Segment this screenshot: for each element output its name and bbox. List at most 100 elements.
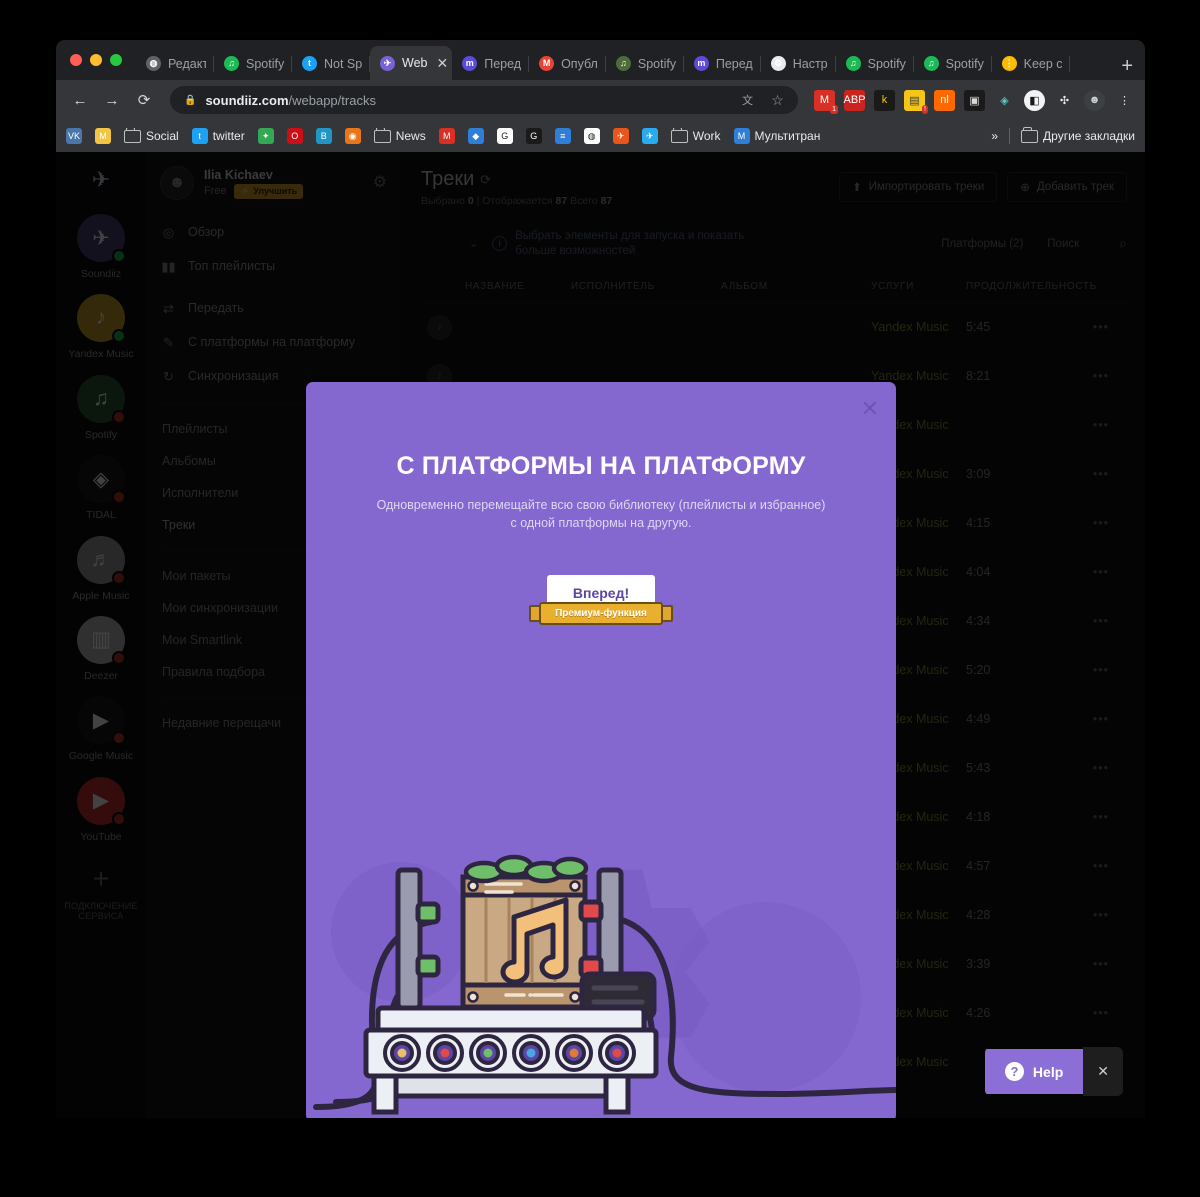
notification-badge: 1 (830, 104, 838, 114)
opera-icon: O (286, 128, 303, 144)
modal-description: Одновременно перемещайте всю свою библио… (376, 497, 826, 531)
other-bookmarks-label: Другие закладки (1043, 129, 1135, 143)
photos-icon: ✦ (257, 128, 274, 144)
question-mark-icon: ? (1004, 1062, 1024, 1081)
bookmark-label: Мультитран (754, 129, 821, 143)
bookmark-item[interactable]: t twitter (191, 128, 245, 144)
browser-tab[interactable]: m Перед (684, 47, 761, 80)
browser-tab[interactable]: m Перед (452, 47, 529, 80)
browser-toolbar: ← → ⟳ 🔒 soundiiz.com/webapp/tracks 文 ☆ M… (56, 80, 1145, 120)
bookmark-item[interactable]: ✈ (641, 128, 658, 144)
back-button[interactable]: ← (66, 86, 94, 114)
keep-icon: ⋮ (1001, 56, 1017, 71)
maximize-window-button[interactable] (110, 54, 122, 66)
adblock-icon[interactable]: ABP (844, 89, 866, 111)
browser-tab-active[interactable]: ✈ Web ✕ (370, 46, 453, 80)
notification-badge: ! (922, 104, 928, 114)
folder-icon (124, 128, 141, 143)
bookmark-item[interactable]: B (315, 128, 332, 144)
browser-tab[interactable]: ♫ Spotify (914, 47, 992, 80)
bookmark-item[interactable]: G (525, 128, 542, 144)
bookmark-item[interactable]: Work (670, 128, 721, 143)
window-controls (68, 40, 136, 80)
lock-icon: 🔒 (184, 94, 197, 106)
bookmark-item[interactable]: News (373, 128, 426, 143)
browser-tab[interactable]: ♫ Spotify (214, 47, 292, 80)
close-tab-button[interactable]: ✕ (436, 55, 448, 72)
extensions-puzzle-icon[interactable]: ✣ (1054, 90, 1075, 111)
bookmark-item[interactable]: O (286, 128, 303, 144)
browser-tab[interactable]: M Опубл (529, 47, 606, 80)
browser-tab[interactable]: ⋮ Keep c (992, 47, 1070, 80)
mi-icon[interactable]: nl (934, 89, 955, 111)
promo-modal: ✕ С ПЛАТФОРМЫ НА ПЛАТФОРМУ Одновременно … (306, 382, 896, 1118)
bookmark-label: Work (692, 129, 721, 143)
bookmark-item[interactable]: VK (66, 128, 82, 144)
bookmark-item[interactable]: M (438, 128, 455, 144)
vk-icon: VK (66, 128, 82, 144)
tab-title: Редакт (168, 56, 206, 71)
extensions-row: M 1 ABP k ▤! nl ▣ ◈ ◧ ✣ ☻ ⋮ (810, 89, 1135, 114)
browser-tab[interactable]: ♫ Spotify (606, 47, 684, 80)
bookmark-item[interactable]: M (95, 128, 111, 144)
premium-badge-label: Премиум-функция (539, 602, 663, 625)
chrome-menu-icon[interactable]: ⋮ (1114, 90, 1135, 111)
browser-window: ◍ Редакт ♫ Spotify t Not Sp ✈ Web ✕ m Перед M Опубл ♫… (56, 40, 1145, 1118)
music-crate-machine-illustration (313, 854, 896, 1115)
address-bar[interactable]: 🔒 soundiiz.com/webapp/tracks 文 ☆ (170, 86, 798, 114)
notes-ext-icon[interactable]: ▤! (904, 89, 928, 114)
bookmark-item[interactable]: ◍ (583, 128, 600, 144)
bookmark-label: News (395, 129, 426, 143)
kaspersky-icon[interactable]: k (874, 89, 895, 111)
bookmark-item[interactable]: M Мультитран (733, 128, 821, 144)
browser-tab[interactable]: ♫ Spotify (836, 47, 914, 80)
gmail-icon: M (95, 128, 111, 144)
forward-button[interactable]: → (98, 86, 126, 114)
tab-title: Spotify (637, 56, 676, 71)
divider (1009, 128, 1011, 144)
bookmark-star-icon[interactable]: ☆ (767, 90, 788, 111)
tab-title: Spotify (867, 56, 906, 71)
bookmark-label: Social (146, 129, 179, 143)
image-ext-icon[interactable]: ▣ (964, 89, 985, 111)
close-icon[interactable]: ✕ (861, 398, 879, 420)
bookmark-item[interactable]: G (496, 128, 513, 144)
new-tab-button[interactable]: + (1109, 56, 1145, 80)
browser-tab[interactable]: t Not Sp (292, 47, 370, 80)
premium-badge: Премиум-функция (529, 602, 673, 625)
help-close-button[interactable]: ✕ (1083, 1047, 1123, 1096)
modal-title: С ПЛАТФОРМЫ НА ПЛАТФОРМУ (396, 452, 806, 480)
browser-tab[interactable]: ⚙ Настр (761, 47, 836, 80)
gmail-icon: M (539, 56, 555, 71)
bookmark-item[interactable]: Social (124, 128, 179, 143)
help-label: Help (1032, 1063, 1064, 1080)
spotify-icon: ♫ (615, 56, 631, 71)
globe-icon: ◍ (146, 56, 161, 71)
bookmark-item[interactable]: ◆ (467, 128, 484, 144)
bookmarks-overflow-button[interactable]: » (991, 129, 998, 143)
help-button[interactable]: ? Help (984, 1049, 1084, 1094)
spotify-icon: ♫ (923, 56, 939, 71)
profile-avatar-icon[interactable]: ☻ (1084, 89, 1105, 111)
reload-button[interactable]: ⟳ (130, 86, 158, 114)
minimize-window-button[interactable] (90, 54, 102, 66)
bookmark-item[interactable]: ≡ (554, 128, 571, 144)
tab-title: Web (402, 56, 428, 70)
bookmark-item[interactable]: ✦ (257, 128, 274, 144)
bookmark-item[interactable]: ✈ (612, 128, 629, 144)
other-bookmarks-button[interactable]: Другие закладки (1021, 126, 1135, 143)
drop-icon: ◆ (467, 128, 484, 144)
box-icon[interactable]: ◧ (1024, 89, 1045, 111)
gmail-ext-icon[interactable]: M1 (814, 89, 838, 114)
modal-cta-area: Вперед! Премиум-функция (376, 575, 826, 625)
tab-title: Spotify (246, 56, 284, 71)
translate-icon[interactable]: 文 (737, 90, 758, 111)
drop-icon[interactable]: ◈ (994, 90, 1015, 111)
folder-icon (670, 128, 688, 143)
grammarly-icon: G (525, 128, 542, 144)
bookmark-item[interactable]: ◉ (344, 128, 361, 144)
close-window-button[interactable] (70, 54, 82, 66)
tab-title: Spotify (945, 56, 984, 71)
twitter-icon: t (191, 128, 208, 144)
browser-tab[interactable]: ◍ Редакт (136, 47, 214, 80)
